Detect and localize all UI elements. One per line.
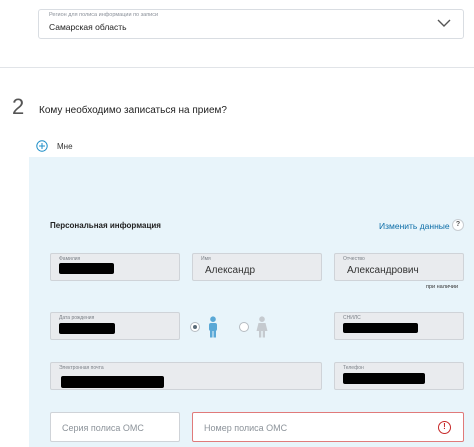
gender-male-option[interactable] [190, 316, 220, 338]
patronymic-field: Отчество Александрович [334, 253, 464, 281]
oms-number-placeholder: Номер полиса ОМС [204, 423, 288, 433]
step-number: 2 [12, 94, 25, 119]
personal-info-title: Персональная информация [50, 221, 161, 230]
birthdate-field: Дата рождения [50, 312, 180, 340]
divider [0, 67, 474, 68]
oms-series-placeholder: Серия полиса ОМС [62, 423, 144, 433]
region-caption: Регион для полиса информации по записи [49, 12, 159, 18]
snils-redacted [343, 323, 418, 333]
patronymic-caption: Отчество [343, 256, 365, 262]
phone-field: Телефон [334, 362, 464, 390]
region-select[interactable]: Регион для полиса информации по записи С… [38, 9, 464, 39]
gender-male-radio[interactable] [190, 322, 200, 332]
region-value: Самарская область [49, 22, 127, 32]
email-field: Электронная почта [50, 362, 322, 390]
name-caption: Имя [201, 256, 211, 262]
who-label: Мне [57, 141, 73, 151]
email-redacted [61, 376, 164, 388]
who-option-me[interactable]: Мне [36, 139, 73, 153]
birthdate-redacted [59, 323, 115, 334]
edit-data-link[interactable]: Изменить данные [379, 221, 450, 231]
female-icon [256, 316, 268, 338]
step-title: Кому необходимо записаться на прием? [39, 105, 227, 116]
chevron-down-icon [437, 19, 451, 27]
patronymic-value: Александрович [347, 265, 419, 276]
gender-female-option[interactable] [239, 316, 269, 338]
email-caption: Электронная почта [59, 365, 104, 371]
name-field: Имя Александр [192, 253, 322, 281]
help-icon[interactable]: ? [452, 219, 464, 231]
surname-field: Фамилия [50, 253, 180, 281]
male-icon [209, 316, 217, 338]
surname-caption: Фамилия [59, 256, 81, 262]
birthdate-caption: Дата рождения [59, 315, 95, 321]
surname-redacted [59, 263, 114, 274]
personal-info-panel [29, 157, 474, 447]
oms-series-input[interactable]: Серия полиса ОМС [50, 412, 180, 442]
snils-caption: СНИЛС [343, 315, 361, 321]
patronymic-note: при наличии [426, 284, 459, 290]
snils-field: СНИЛС [334, 312, 464, 340]
error-icon: ! [438, 421, 451, 434]
plus-circle-icon [36, 140, 48, 152]
phone-redacted [343, 373, 425, 384]
name-value: Александр [205, 265, 256, 276]
phone-caption: Телефон [343, 365, 364, 371]
gender-female-radio[interactable] [239, 322, 249, 332]
oms-number-input[interactable]: Номер полиса ОМС ! [192, 412, 464, 442]
